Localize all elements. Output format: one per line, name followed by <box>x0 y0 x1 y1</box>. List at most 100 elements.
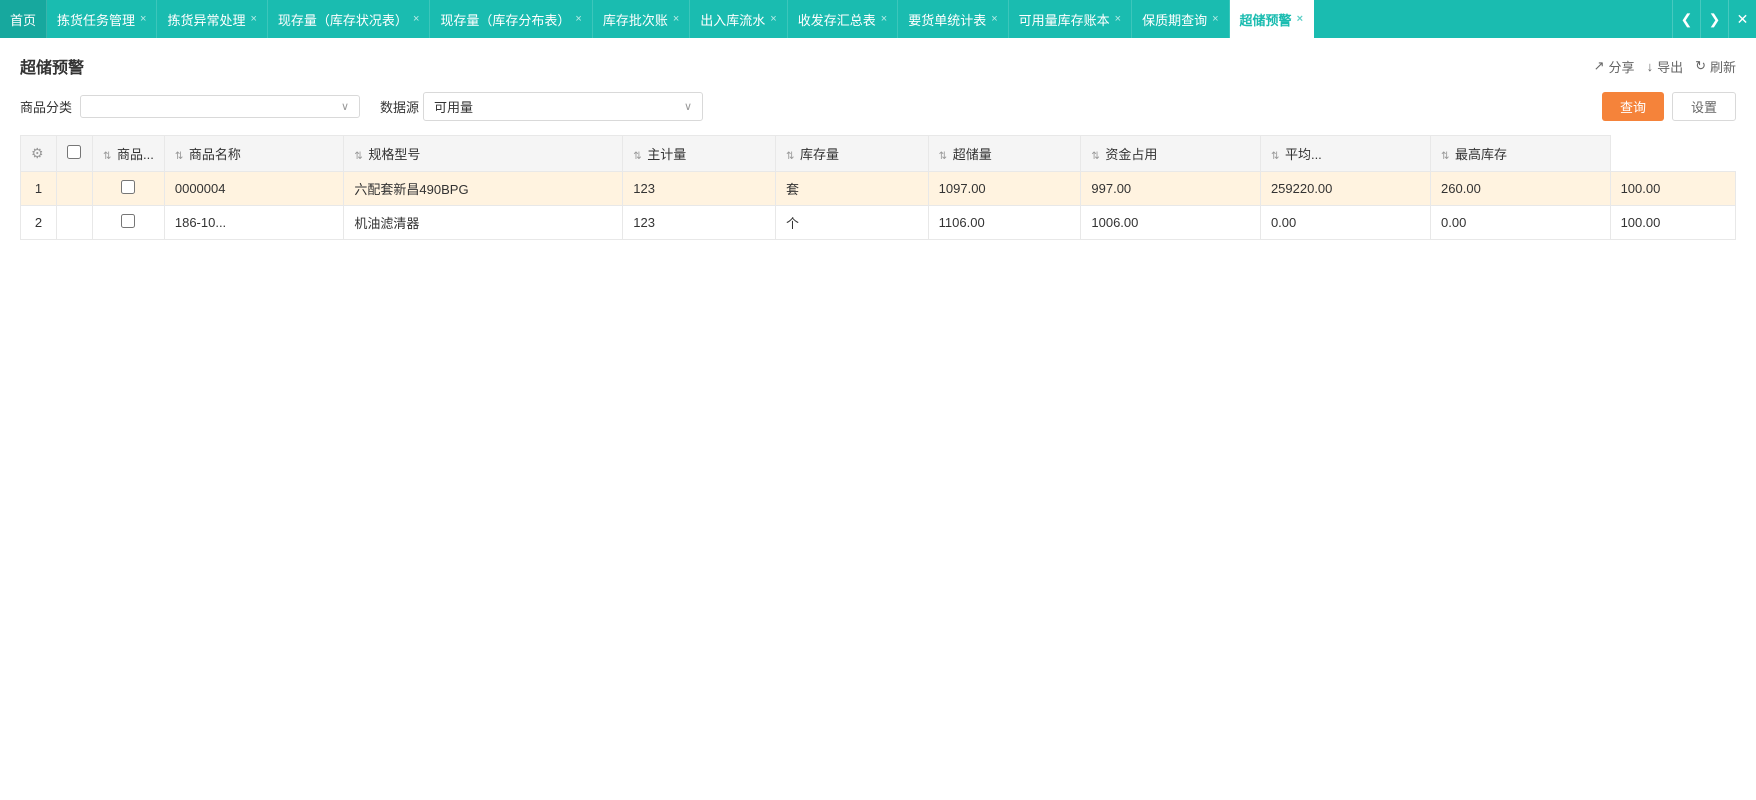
nav-item-overstock-warning[interactable]: 超储预警× <box>1230 0 1314 38</box>
nav-close-overstock-warning[interactable]: × <box>1297 13 1303 25</box>
gear-settings-icon[interactable]: ⚙ <box>31 145 44 161</box>
sort-inventory-icon: ⇅ <box>786 151 794 162</box>
nav-item-inventory-status[interactable]: 现存量（库存状况表）× <box>268 0 430 38</box>
query-button[interactable]: 查询 <box>1602 92 1664 121</box>
row-unit: 个 <box>775 206 928 240</box>
share-icon: ↗ <box>1594 58 1605 74</box>
nav-close-inventory-batch[interactable]: × <box>673 13 679 25</box>
share-button[interactable]: ↗ 分享 <box>1594 57 1635 76</box>
category-label: 商品分类 <box>20 97 72 116</box>
nav-item-collect-summary[interactable]: 收发存汇总表× <box>788 0 898 38</box>
row-overstock: 997.00 <box>1081 172 1261 206</box>
nav-item-quality-check[interactable]: 保质期查询× <box>1132 0 1229 38</box>
sort-product-name-icon: ⇅ <box>175 151 183 162</box>
row-checkbox-cell <box>93 172 165 206</box>
th-spec[interactable]: ⇅ 规格型号 <box>344 136 623 172</box>
th-capital[interactable]: ⇅ 资金占用 <box>1081 136 1261 172</box>
sort-unit-icon: ⇅ <box>633 151 641 162</box>
nav-close-available-inventory[interactable]: × <box>1115 13 1121 25</box>
row-num: 2 <box>21 206 57 240</box>
th-gear: ⚙ <box>21 136 57 172</box>
th-inventory[interactable]: ⇅ 库存量 <box>775 136 928 172</box>
nav-close-inventory-status[interactable]: × <box>413 13 419 25</box>
th-overstock[interactable]: ⇅ 超储量 <box>928 136 1081 172</box>
nav-close-inventory-dist[interactable]: × <box>575 13 581 25</box>
row-product-name: 机油滤清器 <box>344 206 623 240</box>
select-all-checkbox[interactable] <box>67 145 81 159</box>
row-inventory: 1106.00 <box>928 206 1081 240</box>
row-max-inventory: 100.00 <box>1610 206 1735 240</box>
row-overstock: 1006.00 <box>1081 206 1261 240</box>
nav-item-inout-flow[interactable]: 出入库流水× <box>690 0 787 38</box>
nav-arrows: ❮ ❯ ✕ <box>1672 0 1756 38</box>
sort-product-code-icon: ⇅ <box>103 151 111 162</box>
table-row: 2 186-10... 机油滤清器 123 个 1106.00 1006.00 … <box>21 206 1736 240</box>
nav-item-inventory-dist[interactable]: 现存量（库存分布表）× <box>430 0 592 38</box>
datasource-select[interactable]: 可用量 ∨ <box>423 92 703 121</box>
row-product-code: 0000004 <box>164 172 344 206</box>
nav-close-order-stat[interactable]: × <box>991 13 997 25</box>
category-filter-group: 商品分类 ∨ <box>20 95 360 118</box>
category-select[interactable]: ∨ <box>80 95 360 118</box>
datasource-select-value: 可用量 <box>434 97 473 116</box>
th-product-name[interactable]: ⇅ 商品名称 <box>164 136 344 172</box>
datasource-label: 数据源 <box>380 97 419 116</box>
filter-bar: 商品分类 ∨ 数据源 可用量 ∨ 查询 设置 <box>20 92 1736 121</box>
sort-max-inventory-icon: ⇅ <box>1441 151 1449 162</box>
datasource-filter-group: 数据源 可用量 ∨ <box>380 92 703 121</box>
row-checkbox-0[interactable] <box>121 180 135 194</box>
nav-item-order-stat[interactable]: 要货单统计表× <box>898 0 1008 38</box>
filter-actions: 查询 设置 <box>1602 92 1736 121</box>
nav-close-button[interactable]: ✕ <box>1728 0 1756 38</box>
nav-close-inout-flow[interactable]: × <box>770 13 776 25</box>
row-max-inventory: 100.00 <box>1610 172 1735 206</box>
row-unit: 套 <box>775 172 928 206</box>
refresh-button[interactable]: ↻ 刷新 <box>1695 57 1736 76</box>
row-product-name: 六配套新昌490BPG <box>344 172 623 206</box>
sort-capital-icon: ⇅ <box>1091 151 1099 162</box>
row-checkbox-cell <box>93 206 165 240</box>
th-product-code[interactable]: ⇅ 商品... <box>93 136 165 172</box>
nav-item-home[interactable]: 首页 <box>0 0 47 38</box>
sort-avg-icon: ⇅ <box>1271 151 1279 162</box>
row-capital: 259220.00 <box>1260 172 1430 206</box>
nav-item-available-inventory[interactable]: 可用量库存账本× <box>1009 0 1132 38</box>
table-row: 1 0000004 六配套新昌490BPG 123 套 1097.00 997.… <box>21 172 1736 206</box>
page-content: 超储预警 ↗ 分享 ↓ 导出 ↻ 刷新 商品分类 ∨ 数据源 <box>0 38 1756 256</box>
export-button[interactable]: ↓ 导出 <box>1647 57 1684 76</box>
row-checkbox-1[interactable] <box>121 214 135 228</box>
nav-item-picking-exception[interactable]: 拣货异常处理× <box>157 0 267 38</box>
row-spec: 123 <box>623 172 776 206</box>
header-actions: ↗ 分享 ↓ 导出 ↻ 刷新 <box>1594 57 1736 76</box>
nav-close-picking-exception[interactable]: × <box>250 13 256 25</box>
category-chevron-icon: ∨ <box>341 100 349 113</box>
row-gear-cell <box>57 172 93 206</box>
sort-spec-icon: ⇅ <box>354 151 362 162</box>
row-avg: 260.00 <box>1431 172 1611 206</box>
th-unit[interactable]: ⇅ 主计量 <box>623 136 776 172</box>
nav-item-inventory-batch[interactable]: 库存批次账× <box>593 0 690 38</box>
nav-close-quality-check[interactable]: × <box>1212 13 1218 25</box>
row-gear-cell <box>57 206 93 240</box>
nav-prev-button[interactable]: ❮ <box>1672 0 1700 38</box>
data-table: ⚙ ⇅ 商品... ⇅ 商品名称 ⇅ 规格型号 ⇅ <box>20 135 1736 240</box>
th-avg[interactable]: ⇅ 平均... <box>1260 136 1430 172</box>
export-icon: ↓ <box>1647 59 1654 74</box>
nav-item-picking-task[interactable]: 拣货任务管理× <box>47 0 157 38</box>
settings-button[interactable]: 设置 <box>1672 92 1736 121</box>
row-num: 1 <box>21 172 57 206</box>
row-avg: 0.00 <box>1431 206 1611 240</box>
th-max-inventory[interactable]: ⇅ 最高库存 <box>1431 136 1611 172</box>
nav-close-collect-summary[interactable]: × <box>881 13 887 25</box>
row-capital: 0.00 <box>1260 206 1430 240</box>
row-spec: 123 <box>623 206 776 240</box>
refresh-icon: ↻ <box>1695 58 1706 74</box>
page-title: 超储预警 <box>20 54 84 78</box>
sort-overstock-icon: ⇅ <box>939 151 947 162</box>
row-inventory: 1097.00 <box>928 172 1081 206</box>
nav-next-button[interactable]: ❯ <box>1700 0 1728 38</box>
row-product-code: 186-10... <box>164 206 344 240</box>
th-checkbox <box>57 136 93 172</box>
nav-close-picking-task[interactable]: × <box>140 13 146 25</box>
table-header-row: ⚙ ⇅ 商品... ⇅ 商品名称 ⇅ 规格型号 ⇅ <box>21 136 1736 172</box>
